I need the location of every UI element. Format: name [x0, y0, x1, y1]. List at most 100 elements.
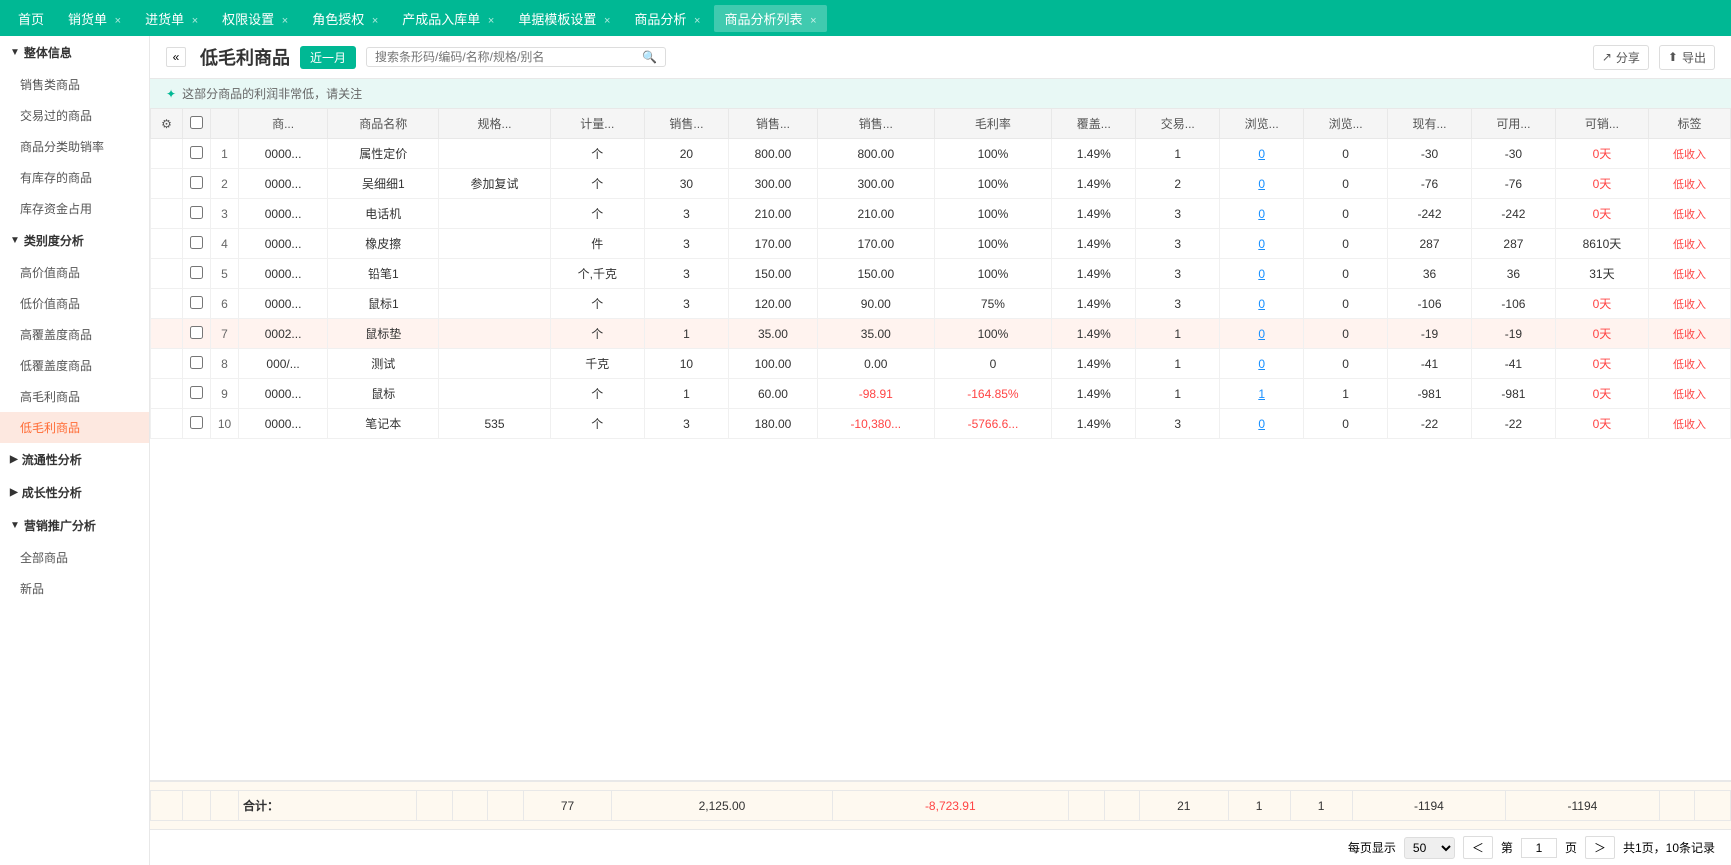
- sidebar-item-new-goods[interactable]: 新品: [0, 573, 149, 604]
- sidebar-collapse-button[interactable]: «: [166, 47, 186, 67]
- nav-product-entry[interactable]: 产成品入库单 ×: [392, 5, 504, 32]
- cell-checkbox[interactable]: [183, 409, 211, 439]
- sidebar-item-stock-goods[interactable]: 有库存的商品: [0, 162, 149, 193]
- prev-page-button[interactable]: ＜: [1463, 836, 1493, 859]
- row-checkbox[interactable]: [190, 236, 203, 249]
- nav-template[interactable]: 单据模板设置 ×: [508, 5, 620, 32]
- cell-browse1[interactable]: 0: [1220, 409, 1304, 439]
- cell-checkbox[interactable]: [183, 289, 211, 319]
- row-checkbox[interactable]: [190, 386, 203, 399]
- page-input[interactable]: [1521, 838, 1557, 858]
- col-saleable[interactable]: 可销...: [1555, 109, 1648, 139]
- close-template-icon[interactable]: ×: [604, 15, 610, 27]
- cell-sales-profit: 170.00: [818, 229, 934, 259]
- cell-browse1[interactable]: 0: [1220, 319, 1304, 349]
- sidebar-group-growth[interactable]: ▶ 成长性分析: [0, 476, 149, 509]
- close-list-icon[interactable]: ×: [810, 15, 816, 27]
- cell-coverage: 1.49%: [1052, 259, 1136, 289]
- nav-permission[interactable]: 权限设置 ×: [212, 5, 298, 32]
- col-current[interactable]: 现有...: [1388, 109, 1472, 139]
- cell-browse1[interactable]: 0: [1220, 199, 1304, 229]
- row-checkbox[interactable]: [190, 296, 203, 309]
- search-input[interactable]: [375, 50, 642, 64]
- cell-browse1[interactable]: 0: [1220, 229, 1304, 259]
- col-settings[interactable]: ⚙: [151, 109, 183, 139]
- cell-checkbox[interactable]: [183, 139, 211, 169]
- row-checkbox[interactable]: [190, 266, 203, 279]
- col-spec[interactable]: 规格...: [439, 109, 550, 139]
- nav-home[interactable]: 首页: [8, 5, 54, 32]
- nav-sales[interactable]: 销货单 ×: [58, 5, 131, 32]
- nav-goods-analysis-list[interactable]: 商品分析列表 ×: [714, 5, 826, 32]
- col-sales-price[interactable]: 销售...: [728, 109, 817, 139]
- col-sales-profit[interactable]: 销售...: [818, 109, 934, 139]
- sidebar-item-all-goods[interactable]: 全部商品: [0, 542, 149, 573]
- sidebar-item-high-coverage[interactable]: 高覆盖度商品: [0, 319, 149, 350]
- col-gross-rate[interactable]: 毛利率: [934, 109, 1052, 139]
- cell-checkbox[interactable]: [183, 379, 211, 409]
- close-analysis-icon[interactable]: ×: [694, 15, 700, 27]
- sidebar-item-category-rate[interactable]: 商品分类助销率: [0, 131, 149, 162]
- row-checkbox[interactable]: [190, 326, 203, 339]
- sidebar-item-traded-goods[interactable]: 交易过的商品: [0, 100, 149, 131]
- close-permission-icon[interactable]: ×: [282, 15, 288, 27]
- col-trade[interactable]: 交易...: [1136, 109, 1220, 139]
- cell-code: 0002...: [239, 319, 328, 349]
- col-code[interactable]: 商...: [239, 109, 328, 139]
- col-checkbox[interactable]: [183, 109, 211, 139]
- sidebar-group-marketing[interactable]: ▼ 营销推广分析: [0, 509, 149, 542]
- nav-role[interactable]: 角色授权 ×: [302, 5, 388, 32]
- next-page-button[interactable]: ＞: [1585, 836, 1615, 859]
- sidebar-item-high-gross[interactable]: 高毛利商品: [0, 381, 149, 412]
- row-checkbox[interactable]: [190, 416, 203, 429]
- cell-browse1[interactable]: 0: [1220, 169, 1304, 199]
- sidebar-item-low-value[interactable]: 低价值商品: [0, 288, 149, 319]
- sidebar-group-flow[interactable]: ▶ 流通性分析: [0, 443, 149, 476]
- cell-checkbox[interactable]: [183, 319, 211, 349]
- sidebar-item-sales-goods[interactable]: 销售类商品: [0, 69, 149, 100]
- cell-checkbox[interactable]: [183, 259, 211, 289]
- cell-checkbox[interactable]: [183, 229, 211, 259]
- col-tag[interactable]: 标签: [1648, 109, 1730, 139]
- cell-checkbox[interactable]: [183, 349, 211, 379]
- select-all-checkbox[interactable]: [190, 116, 203, 129]
- table-row: 3 0000... 电话机 个 3 210.00 210.00 100% 1.4…: [151, 199, 1731, 229]
- sidebar-item-low-gross[interactable]: 低毛利商品: [0, 412, 149, 443]
- close-sales-icon[interactable]: ×: [115, 15, 121, 27]
- close-role-icon[interactable]: ×: [372, 15, 378, 27]
- table-container[interactable]: ⚙ 商... 商品名称 规格... 计量... 销售... 销售... 销售..…: [150, 108, 1731, 780]
- sidebar-item-low-coverage[interactable]: 低覆盖度商品: [0, 350, 149, 381]
- col-sales-qty[interactable]: 销售...: [644, 109, 728, 139]
- sidebar-item-stock-capital[interactable]: 库存资金占用: [0, 193, 149, 224]
- cell-checkbox[interactable]: [183, 169, 211, 199]
- col-unit[interactable]: 计量...: [550, 109, 644, 139]
- sidebar-item-high-value[interactable]: 高价值商品: [0, 257, 149, 288]
- nav-purchase[interactable]: 进货单 ×: [135, 5, 208, 32]
- export-button[interactable]: ⬆ 导出: [1659, 45, 1715, 70]
- col-browse1[interactable]: 浏览...: [1220, 109, 1304, 139]
- cell-checkbox[interactable]: [183, 199, 211, 229]
- close-product-icon[interactable]: ×: [488, 15, 494, 27]
- row-checkbox[interactable]: [190, 356, 203, 369]
- cell-browse1[interactable]: 0: [1220, 289, 1304, 319]
- share-button[interactable]: ↗ 分享: [1593, 45, 1649, 70]
- col-browse2[interactable]: 浏览...: [1304, 109, 1388, 139]
- cell-browse1[interactable]: 0: [1220, 259, 1304, 289]
- col-available[interactable]: 可用...: [1471, 109, 1555, 139]
- row-checkbox[interactable]: [190, 146, 203, 159]
- per-page-select[interactable]: 50 100 200: [1404, 837, 1455, 859]
- cell-gross-rate: -5766.6...: [934, 409, 1052, 439]
- close-purchase-icon[interactable]: ×: [192, 15, 198, 27]
- col-name[interactable]: 商品名称: [328, 109, 439, 139]
- cell-browse1[interactable]: 0: [1220, 139, 1304, 169]
- col-coverage[interactable]: 覆盖...: [1052, 109, 1136, 139]
- row-checkbox[interactable]: [190, 176, 203, 189]
- nav-goods-analysis[interactable]: 商品分析 ×: [624, 5, 710, 32]
- cell-browse1[interactable]: 0: [1220, 349, 1304, 379]
- sidebar-group-category-label: 类别度分析: [24, 232, 84, 249]
- row-checkbox[interactable]: [190, 206, 203, 219]
- filter-period-button[interactable]: 近一月: [300, 46, 356, 69]
- sidebar-group-category[interactable]: ▼ 类别度分析: [0, 224, 149, 257]
- sidebar-group-overall[interactable]: ▼ 整体信息: [0, 36, 149, 69]
- cell-browse1[interactable]: 1: [1220, 379, 1304, 409]
